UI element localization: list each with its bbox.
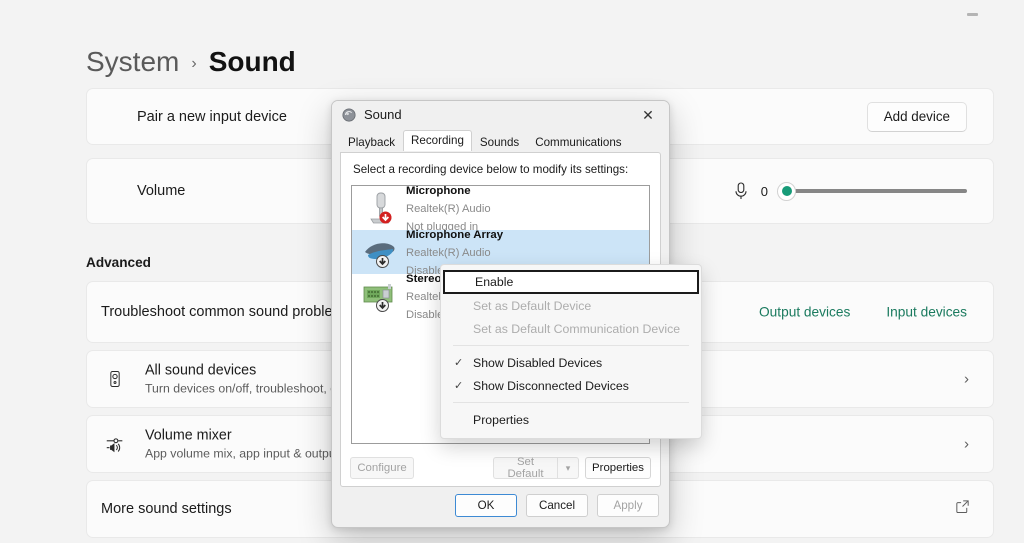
external-link-icon <box>954 498 971 520</box>
input-devices-link[interactable]: Input devices <box>886 305 967 320</box>
troubleshoot-links: Output devices Input devices <box>759 305 967 320</box>
troubleshoot-label: Troubleshoot common sound problems <box>101 304 352 320</box>
menu-item-set-as-default-communication-device[interactable]: Set as Default Communication Device <box>441 317 701 340</box>
device-driver: Realtek(R) Audio <box>406 203 491 215</box>
sound-dialog-title: Sound <box>364 107 402 122</box>
breadcrumb-separator-icon: › <box>191 55 196 73</box>
set-default-split-button: Set Default ▾ <box>493 457 579 479</box>
menu-item-label: Show Disabled Devices <box>473 356 602 370</box>
breadcrumb-system[interactable]: System <box>86 46 179 78</box>
minimize-icon <box>967 13 978 16</box>
advanced-section-heading: Advanced <box>86 255 151 270</box>
check-icon: ✓ <box>454 356 463 369</box>
tab-sounds[interactable]: Sounds <box>472 132 527 152</box>
volume-slider[interactable] <box>777 182 967 200</box>
chevron-right-icon: › <box>964 437 969 452</box>
device-name: Microphone Array <box>406 229 503 241</box>
volume-label: Volume <box>137 183 185 199</box>
page-title: Sound <box>209 46 296 78</box>
volume-mixer-text: Volume mixer App volume mix, app input &… <box>145 428 349 461</box>
chevron-right-icon: › <box>964 372 969 387</box>
pair-input-device-label: Pair a new input device <box>137 109 287 125</box>
device-name: Microphone <box>406 185 471 197</box>
close-icon[interactable]: ✕ <box>627 101 669 129</box>
menu-separator <box>453 345 689 346</box>
volume-slider-thumb[interactable] <box>777 182 796 201</box>
chevron-down-icon[interactable]: ▾ <box>557 457 579 479</box>
check-icon: ✓ <box>454 379 463 392</box>
menu-separator <box>453 402 689 403</box>
settings-titlebar <box>0 0 1024 28</box>
volume-mixer-sub: App volume mix, app input & output d <box>145 447 349 461</box>
all-sound-devices-sub: Turn devices on/off, troubleshoot, othe <box>145 382 354 396</box>
apply-button[interactable]: Apply <box>597 494 659 517</box>
volume-controls: 0 <box>732 181 967 201</box>
menu-item-enable[interactable]: Enable <box>443 270 699 294</box>
minimize-button[interactable] <box>958 0 986 28</box>
volume-slider-track <box>783 189 967 193</box>
device-context-menu: Enable Set as Default Device Set as Defa… <box>440 264 702 439</box>
dialog-mid-buttons: Configure Set Default ▾ Properties <box>350 457 651 479</box>
sound-dialog-titlebar[interactable]: Sound ✕ <box>332 101 669 129</box>
set-default-button[interactable]: Set Default <box>493 457 557 479</box>
menu-item-label: Show Disconnected Devices <box>473 379 629 393</box>
device-driver: Realtek(R) Audio <box>406 247 491 259</box>
volume-value: 0 <box>759 184 768 199</box>
properties-button[interactable]: Properties <box>585 457 651 479</box>
sound-devices-icon <box>101 365 129 393</box>
menu-item-label: Set as Default Communication Device <box>473 322 680 336</box>
menu-item-show-disabled-devices[interactable]: ✓ Show Disabled Devices <box>441 351 701 374</box>
microphone-array-device-icon <box>358 232 402 272</box>
tab-communications[interactable]: Communications <box>527 132 629 152</box>
table-row[interactable]: Microphone Realtek(R) Audio Not plugged … <box>352 186 649 230</box>
add-device-button[interactable]: Add device <box>867 102 967 132</box>
tab-playback[interactable]: Playback <box>340 132 403 152</box>
breadcrumb: System › Sound <box>86 46 296 78</box>
stereo-mix-device-icon <box>358 276 402 316</box>
volume-mixer-title: Volume mixer <box>145 428 349 444</box>
dialog-bottom-buttons: OK Cancel Apply <box>455 494 659 517</box>
speaker-icon <box>342 108 356 122</box>
volume-mixer-icon <box>101 430 129 458</box>
more-sound-settings-label: More sound settings <box>101 501 232 517</box>
menu-item-set-as-default-device[interactable]: Set as Default Device <box>441 294 701 317</box>
all-sound-devices-text: All sound devices Turn devices on/off, t… <box>145 363 354 396</box>
menu-item-label: Enable <box>475 275 513 289</box>
menu-item-show-disconnected-devices[interactable]: ✓ Show Disconnected Devices <box>441 374 701 397</box>
cancel-button[interactable]: Cancel <box>526 494 588 517</box>
ok-button[interactable]: OK <box>455 494 517 517</box>
menu-item-properties[interactable]: Properties <box>441 408 701 431</box>
all-sound-devices-title: All sound devices <box>145 363 354 379</box>
tab-recording[interactable]: Recording <box>403 130 472 151</box>
output-devices-link[interactable]: Output devices <box>759 305 850 320</box>
sound-dialog-tabs: Playback Recording Sounds Communications <box>340 131 669 151</box>
recording-panel-hint: Select a recording device below to modif… <box>353 163 628 176</box>
menu-item-label: Set as Default Device <box>473 299 591 313</box>
microphone-device-icon <box>358 188 402 228</box>
configure-button[interactable]: Configure <box>350 457 414 479</box>
microphone-icon <box>732 181 750 201</box>
menu-item-label: Properties <box>473 413 529 427</box>
